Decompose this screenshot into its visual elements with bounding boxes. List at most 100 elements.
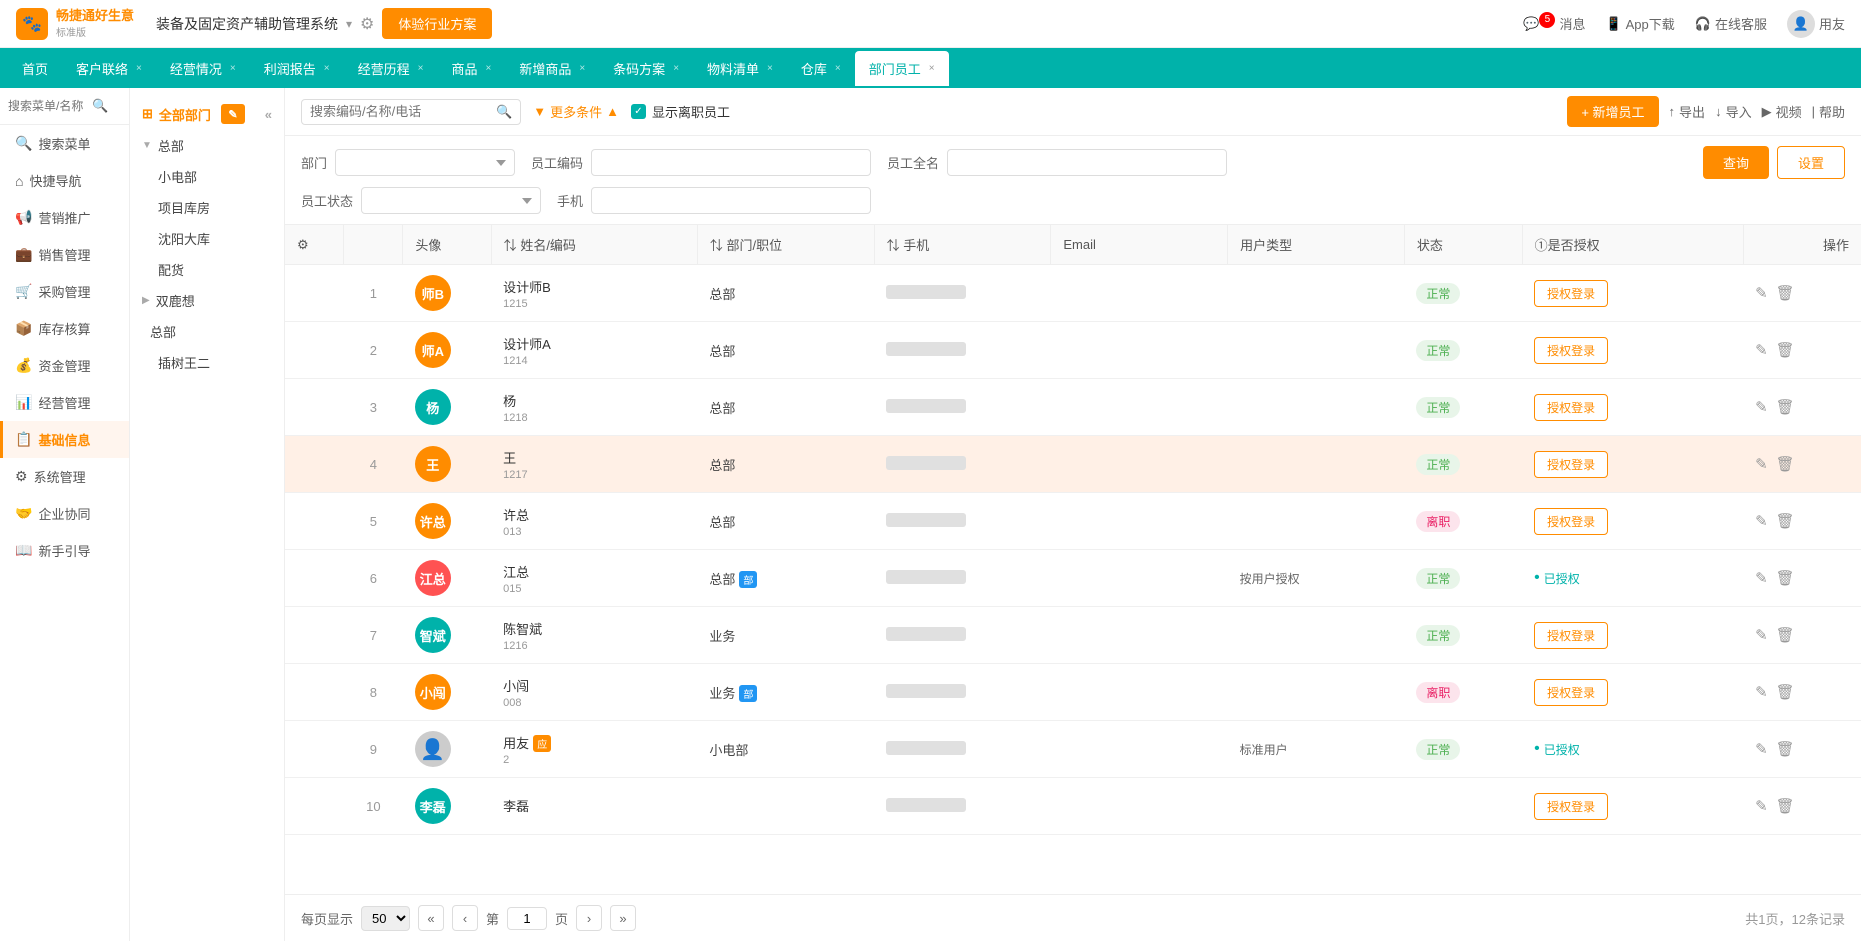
trial-button[interactable]: 体验行业方案	[382, 8, 492, 39]
query-button[interactable]: 查询	[1703, 146, 1769, 179]
edit-button[interactable]: ✎	[1755, 683, 1768, 701]
delete-button[interactable]: 🗑	[1776, 683, 1795, 701]
edit-button[interactable]: ✎	[1755, 341, 1768, 359]
auth-button[interactable]: 授权登录	[1534, 394, 1608, 421]
tab-history[interactable]: 经营历程×	[344, 51, 438, 86]
delete-button[interactable]: 🗑	[1776, 284, 1795, 302]
sidebar-item-collab[interactable]: 🤝 企业协同	[0, 495, 129, 532]
avatar-text: 杨	[426, 398, 439, 417]
export-btn[interactable]: ↑ 导出	[1669, 102, 1706, 121]
set-button[interactable]: 设置	[1777, 146, 1845, 179]
sidebar-item-guide[interactable]: 📖 新手引导	[0, 532, 129, 569]
tab-customer[interactable]: 客户联络×	[62, 51, 156, 86]
emp-name-input[interactable]	[947, 149, 1227, 176]
search-input[interactable]	[310, 104, 490, 119]
delete-button[interactable]: 🗑	[1776, 455, 1795, 473]
add-employee-button[interactable]: + 新增员工	[1567, 96, 1658, 127]
dept-select[interactable]	[335, 149, 515, 176]
sidebar-item-nav[interactable]: ⌂ 快捷导航	[0, 162, 129, 199]
sidebar-item-inventory[interactable]: 📦 库存核算	[0, 310, 129, 347]
per-page-select[interactable]: 50	[361, 906, 410, 931]
tab-home[interactable]: 首页	[8, 51, 62, 86]
delete-button[interactable]: 🗑	[1776, 626, 1795, 644]
view-btn[interactable]: ▶ 视频	[1762, 102, 1802, 121]
sidebar-item-system[interactable]: ⚙ 系统管理	[0, 458, 129, 495]
last-page-btn[interactable]: »	[610, 905, 636, 931]
emp-status-select[interactable]	[361, 187, 541, 214]
delete-button[interactable]: 🗑	[1776, 740, 1795, 758]
show-leave-checkbox[interactable]: ✓ 显示离职员工	[631, 102, 730, 121]
delete-button[interactable]: 🗑	[1776, 398, 1795, 416]
sidebar-item-sales[interactable]: 💼 销售管理	[0, 236, 129, 273]
import-btn[interactable]: ↓ 导入	[1715, 102, 1752, 121]
delete-button[interactable]: 🗑	[1776, 797, 1795, 815]
sidebar-item-management[interactable]: 📊 经营管理	[0, 384, 129, 421]
auth-button[interactable]: 授权登录	[1534, 508, 1608, 535]
dept-item-chushu[interactable]: 插树王二	[130, 347, 284, 378]
auth-button[interactable]: 授权登录	[1534, 679, 1608, 706]
service-label: 在线客服	[1715, 14, 1767, 33]
tab-barcode[interactable]: 条码方案×	[599, 51, 693, 86]
phone-input[interactable]	[591, 187, 871, 214]
edit-button[interactable]: ✎	[1755, 569, 1768, 587]
dept-collapse-icon[interactable]: «	[265, 107, 272, 122]
dept-item-peihuo[interactable]: 配货	[130, 254, 284, 285]
dept-item-zongbu-parent[interactable]: ▼ 总部	[130, 130, 284, 161]
dept-item-shenyang[interactable]: 沈阳大库	[130, 223, 284, 254]
auth-button[interactable]: 授权登录	[1534, 622, 1608, 649]
employee-name: 王	[503, 448, 685, 467]
delete-button[interactable]: 🗑	[1776, 341, 1795, 359]
auth-button[interactable]: 授权登录	[1534, 280, 1608, 307]
delete-button[interactable]: 🗑	[1776, 512, 1795, 530]
user-item[interactable]: 👤 用友	[1787, 10, 1845, 38]
cell-name: 李磊	[491, 778, 697, 835]
auth-button[interactable]: 授权登录	[1534, 793, 1608, 820]
edit-button[interactable]: ✎	[1755, 626, 1768, 644]
dept-item-label: 双鹿想	[156, 291, 195, 310]
edit-button[interactable]: ✎	[1755, 398, 1768, 416]
dept-name: 总部	[709, 287, 735, 302]
edit-button[interactable]: ✎	[1755, 740, 1768, 758]
dept-item-shuanglu[interactable]: ▶ 双鹿想	[130, 285, 284, 316]
dept-edit-icon[interactable]: ✎	[221, 104, 245, 124]
page-input[interactable]	[507, 907, 547, 930]
tab-warehouse[interactable]: 仓库×	[787, 51, 855, 86]
settings-gear-icon[interactable]: ⚙	[297, 237, 309, 252]
next-page-btn[interactable]: ›	[576, 905, 602, 931]
settings-icon[interactable]: ⚙	[360, 14, 374, 34]
sidebar-item-basic-info[interactable]: 📋 基础信息	[0, 421, 129, 458]
col-settings[interactable]: ⚙	[285, 225, 344, 265]
help-btn[interactable]: | 帮助	[1812, 102, 1845, 121]
more-filters-btn[interactable]: ▼ 更多条件 ▲	[533, 102, 619, 121]
cell-settings	[285, 721, 344, 778]
edit-button[interactable]: ✎	[1755, 512, 1768, 530]
dept-item-zongbu[interactable]: 总部	[130, 316, 284, 347]
sidebar-item-marketing[interactable]: 📢 营销推广	[0, 199, 129, 236]
edit-button[interactable]: ✎	[1755, 797, 1768, 815]
dept-item-project[interactable]: 项目库房	[130, 192, 284, 223]
tab-bom[interactable]: 物料清单×	[693, 51, 787, 86]
tab-department[interactable]: 部门员工×	[855, 51, 949, 86]
first-page-btn[interactable]: «	[418, 905, 444, 931]
edit-button[interactable]: ✎	[1755, 455, 1768, 473]
tab-operation[interactable]: 经营情况×	[156, 51, 250, 86]
dept-badge: 部	[739, 571, 757, 588]
sidebar-item-purchase[interactable]: 🛒 采购管理	[0, 273, 129, 310]
tab-profit[interactable]: 利润报告×	[250, 51, 344, 86]
auth-button[interactable]: 授权登录	[1534, 451, 1608, 478]
auth-button[interactable]: 授权登录	[1534, 337, 1608, 364]
sidebar-item-search[interactable]: 🔍 搜索菜单	[0, 125, 129, 162]
delete-button[interactable]: 🗑	[1776, 569, 1795, 587]
online-service-item[interactable]: 🎧 在线客服	[1695, 14, 1767, 33]
prev-page-btn[interactable]: ‹	[452, 905, 478, 931]
tab-goods[interactable]: 商品×	[437, 51, 505, 86]
tab-new-goods[interactable]: 新增商品×	[505, 51, 599, 86]
dept-item-xiaodian[interactable]: 小电部	[130, 161, 284, 192]
message-item[interactable]: 💬 5 消息	[1523, 14, 1585, 33]
system-title-arrow[interactable]: ▾	[346, 17, 352, 31]
emp-code-input[interactable]	[591, 149, 871, 176]
edit-button[interactable]: ✎	[1755, 284, 1768, 302]
sidebar-search-input[interactable]	[8, 99, 88, 113]
sidebar-item-finance[interactable]: 💰 资金管理	[0, 347, 129, 384]
app-download-item[interactable]: 📱 App下载	[1605, 14, 1674, 33]
